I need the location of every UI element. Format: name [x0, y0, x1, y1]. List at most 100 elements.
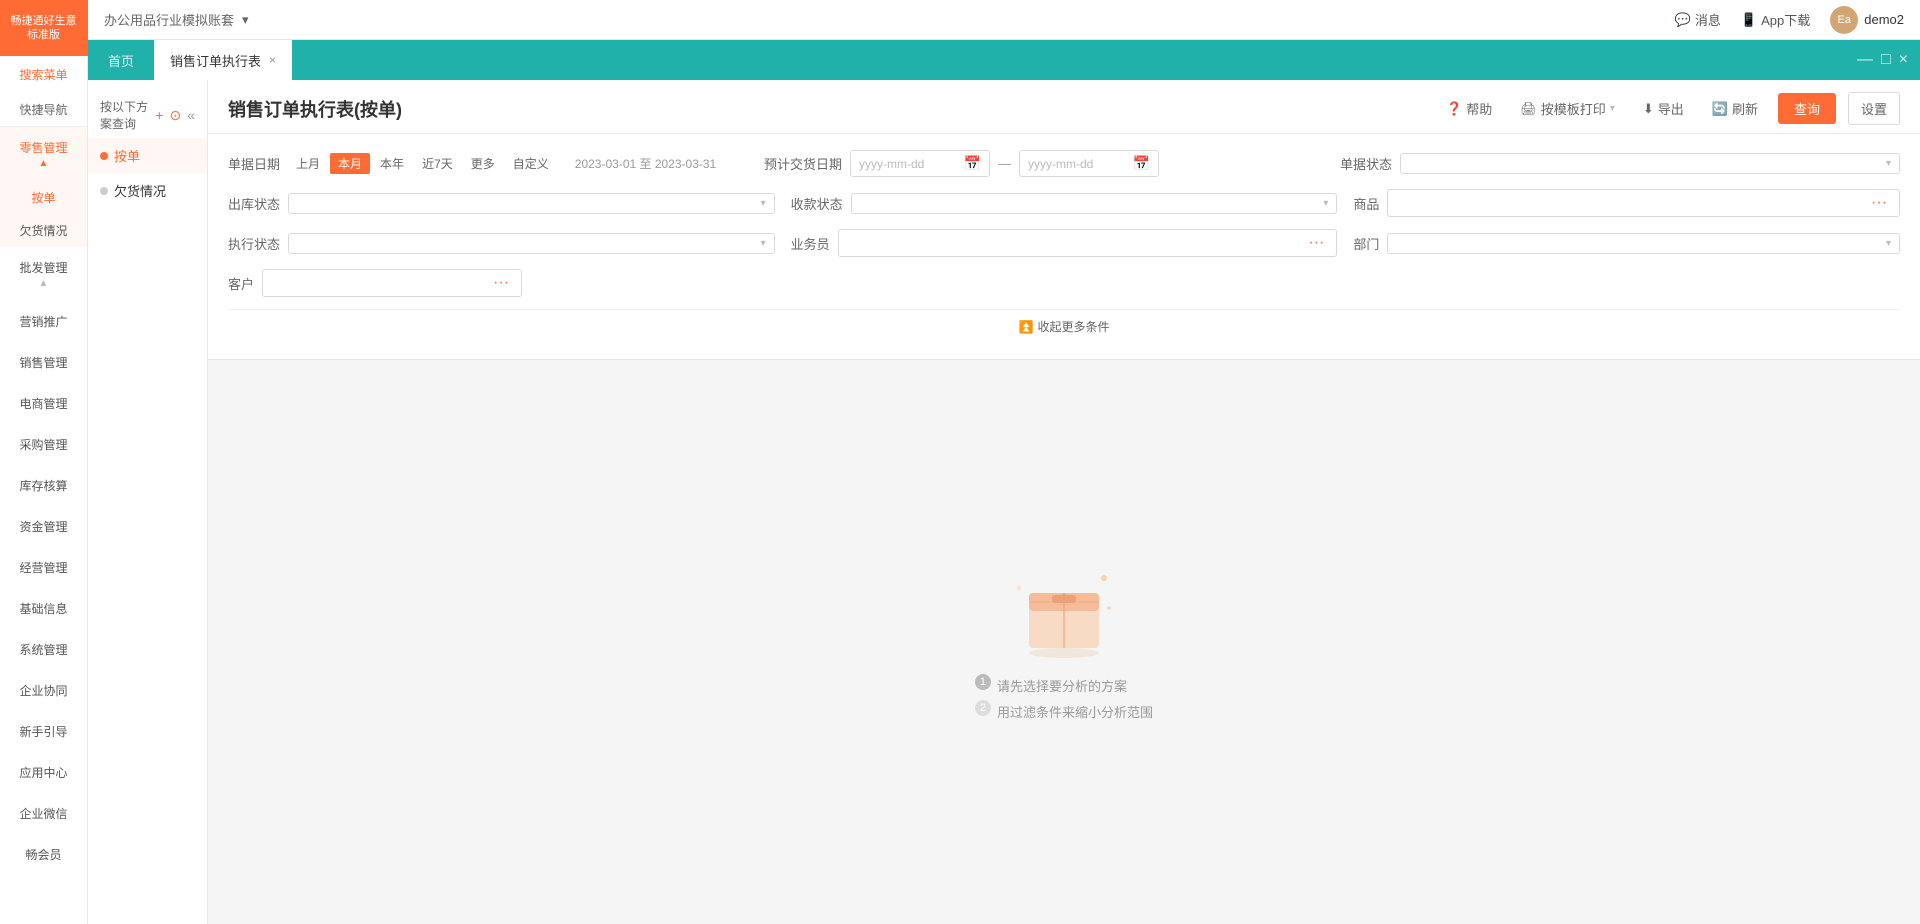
sidebar-item-basic[interactable]: 基础信息: [0, 588, 87, 629]
left-panel-icons: + ⊙ «: [155, 107, 195, 124]
sidebar-item-member[interactable]: 畅会员: [0, 834, 87, 875]
sidebar-subitem-orders[interactable]: 按单: [0, 181, 87, 214]
collection-status-control: ▾: [851, 193, 1338, 214]
help-button[interactable]: ❓ 帮助: [1438, 95, 1500, 122]
status-arrow-icon: ▾: [1886, 158, 1891, 169]
department-select[interactable]: ▾: [1387, 233, 1900, 254]
settings-button[interactable]: 设置: [1848, 92, 1900, 125]
help-label: 帮助: [1466, 99, 1492, 118]
query-button[interactable]: 查询: [1778, 93, 1836, 124]
salesperson-label: 业务员: [791, 234, 830, 253]
user-profile[interactable]: Ea demo2: [1830, 6, 1904, 34]
date-tabs: 上月 本月 本年 近7天 更多 自定义: [288, 153, 557, 174]
app-download-button[interactable]: 📱 App下载: [1741, 10, 1810, 29]
filter-row-3: 执行状态 ▾ 业务员 ···: [228, 229, 1900, 257]
sidebar-item-newbie[interactable]: 新手引导: [0, 711, 87, 752]
expected-date-start[interactable]: yyyy-mm-dd 📅: [850, 150, 990, 177]
execution-status-arrow-icon: ▾: [761, 238, 766, 249]
sidebar-item-purchase[interactable]: 采购管理: [0, 424, 87, 465]
export-button[interactable]: ⬇ 导出: [1635, 95, 1692, 122]
avatar: Ea: [1830, 6, 1858, 34]
filter-customer-item: 客户 ···: [228, 269, 522, 297]
expected-date-end[interactable]: yyyy-mm-dd 📅: [1019, 150, 1159, 177]
execution-status-select[interactable]: ▾: [288, 233, 775, 254]
active-tab-label: 销售订单执行表: [170, 51, 261, 70]
left-panel-title-text: 按以下方案查询: [100, 98, 155, 132]
breadcrumb-dropdown-icon[interactable]: ▾: [242, 12, 249, 28]
left-panel-item-debt[interactable]: 欠货情况: [88, 173, 207, 208]
customer-control: ···: [262, 269, 522, 297]
filter-goods-item: 商品 ···: [1353, 189, 1900, 217]
empty-state: 1 请先选择要分析的方案 2 用过滤条件来缩小分析范围: [975, 558, 1153, 726]
window-close-icon[interactable]: ×: [1899, 51, 1908, 69]
add-scheme-icon[interactable]: +: [155, 107, 163, 124]
refresh-button[interactable]: 🔄 刷新: [1704, 95, 1766, 122]
sidebar-subitem-debt[interactable]: 欠货情况: [0, 214, 87, 247]
sidebar-search[interactable]: 搜索菜单: [0, 56, 87, 93]
sidebar-item-wechat[interactable]: 企业微信: [0, 793, 87, 834]
debt-label: 欠货情况: [19, 224, 67, 238]
sidebar-item-sales[interactable]: 销售管理: [0, 342, 87, 383]
marketing-label: 营销推广: [19, 313, 67, 330]
print-label: 按模板打印: [1541, 99, 1606, 118]
sidebar-item-retail[interactable]: 零售管理 ▲: [0, 127, 87, 181]
delivery-status-label: 出库状态: [228, 194, 280, 213]
page-content: 按以下方案查询 + ⊙ « 按单 欠货情况 销售订单执行表(按单): [88, 80, 1920, 924]
export-icon: ⬇: [1643, 101, 1654, 117]
sidebar-item-ecommerce[interactable]: 电商管理: [0, 383, 87, 424]
sidebar-item-enterprise[interactable]: 企业协同: [0, 670, 87, 711]
date-tab-last-month[interactable]: 上月: [288, 153, 328, 174]
empty-state-icon: [1004, 558, 1124, 658]
tab-home[interactable]: 首页: [88, 40, 154, 80]
status-select[interactable]: ▾: [1400, 153, 1900, 174]
filter-expected-date-item: 预计交货日期 yyyy-mm-dd 📅 — yyyy-mm-dd 📅: [764, 150, 1324, 177]
tab-active-sales-execution[interactable]: 销售订单执行表 ×: [154, 40, 292, 80]
sidebar-item-inventory[interactable]: 库存核算: [0, 465, 87, 506]
date-tab-this-year[interactable]: 本年: [372, 153, 412, 174]
print-dropdown-icon: ▾: [1610, 103, 1615, 114]
left-panel: 按以下方案查询 + ⊙ « 按单 欠货情况: [88, 80, 208, 924]
step-1-num: 1: [975, 674, 991, 690]
sidebar-item-system[interactable]: 系统管理: [0, 629, 87, 670]
left-panel-item-orders[interactable]: 按单: [88, 138, 207, 173]
sidebar-item-marketing[interactable]: 营销推广: [0, 301, 87, 342]
status-control: ▾: [1400, 153, 1900, 174]
message-button[interactable]: 💬 消息: [1675, 10, 1721, 29]
main-area: 办公用品行业模拟账套 ▾ 💬 消息 📱 App下载 Ea demo2 首页 销售…: [88, 0, 1920, 924]
sidebar-item-wholesale[interactable]: 批发管理 ▲: [0, 247, 87, 301]
status-label: 单据状态: [1340, 154, 1392, 173]
apps-label: 应用中心: [19, 764, 67, 781]
sidebar-item-operation[interactable]: 经营管理: [0, 547, 87, 588]
date-tab-this-month[interactable]: 本月: [330, 153, 370, 174]
purchase-label: 采购管理: [19, 436, 67, 453]
date-tab-custom[interactable]: 自定义: [505, 153, 557, 174]
sidebar-item-finance[interactable]: 资金管理: [0, 506, 87, 547]
date-tab-7days[interactable]: 近7天: [414, 153, 461, 174]
salesperson-dots-icon[interactable]: ···: [1304, 234, 1328, 252]
delivery-status-select[interactable]: ▾: [288, 193, 775, 214]
refresh-icon: 🔄: [1712, 101, 1728, 117]
delivery-status-arrow-icon: ▾: [761, 198, 766, 209]
step-2-text: 用过滤条件来缩小分析范围: [997, 700, 1153, 726]
wechat-label: 企业微信: [19, 805, 67, 822]
customer-dots-icon[interactable]: ···: [489, 274, 513, 292]
collapse-panel-icon[interactable]: «: [187, 107, 195, 124]
maximize-icon[interactable]: □: [1881, 51, 1891, 69]
filter-department-item: 部门 ▾: [1353, 233, 1900, 254]
collapse-more-button[interactable]: ⏫ 收起更多条件: [228, 309, 1900, 343]
goods-label: 商品: [1353, 194, 1379, 213]
goods-dots-icon[interactable]: ···: [1867, 194, 1891, 212]
window-controls: — □ ×: [1857, 51, 1920, 69]
settings-scheme-icon[interactable]: ⊙: [169, 107, 181, 124]
sidebar-quick-nav[interactable]: 快捷导航: [0, 93, 87, 127]
department-label: 部门: [1353, 234, 1379, 253]
minimize-icon[interactable]: —: [1857, 51, 1873, 69]
sidebar-item-apps[interactable]: 应用中心: [0, 752, 87, 793]
print-button[interactable]: 🖨 按模板打印 ▾: [1512, 95, 1623, 122]
tab-close-icon[interactable]: ×: [269, 53, 276, 67]
collection-status-select[interactable]: ▾: [851, 193, 1338, 214]
expected-date-start-cal-icon: 📅: [964, 155, 981, 172]
date-tab-more[interactable]: 更多: [463, 153, 503, 174]
page-header: 销售订单执行表(按单) ❓ 帮助 🖨 按模板打印 ▾ ⬇: [208, 80, 1920, 134]
breadcrumb-area: 办公用品行业模拟账套 ▾: [104, 10, 249, 29]
